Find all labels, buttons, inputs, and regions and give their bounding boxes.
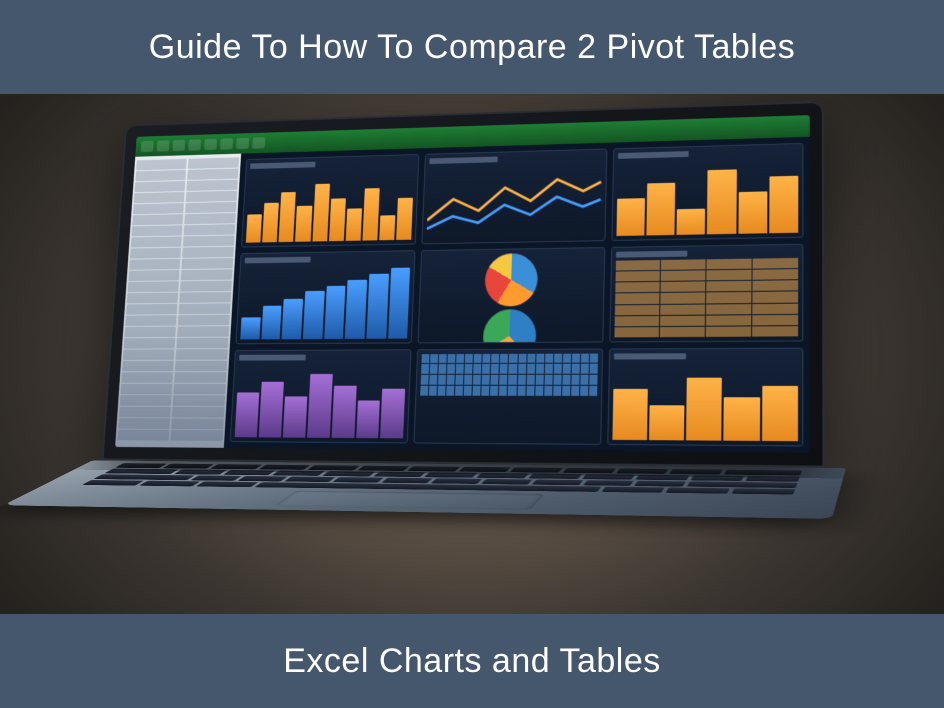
dashboard-panel-grid (414, 348, 603, 445)
toolbar-icon (236, 138, 249, 149)
bar-chart-icon (246, 167, 415, 243)
toolbar-icon (172, 140, 185, 151)
laptop-trackpad (275, 491, 545, 510)
dashboard-panel-bars (611, 143, 803, 241)
pie-chart-icon (484, 253, 538, 307)
laptop-keyboard (3, 460, 846, 519)
dashboard-panel-pies (418, 247, 605, 343)
toolbar-icon (252, 137, 265, 148)
bar-chart-icon (616, 157, 798, 236)
toolbar-icon (220, 138, 233, 149)
spreadsheet-rows-panel (115, 154, 241, 448)
dashboard-panel-table (609, 244, 803, 342)
dashboard-panel-bars (607, 347, 803, 446)
toolbar-icon (188, 139, 201, 150)
toolbar-icon (157, 140, 170, 151)
footer-band: Excel Charts and Tables (0, 614, 944, 708)
laptop-screen-frame (102, 101, 825, 468)
dashboard-panel-lines (422, 149, 607, 245)
toolbar-icon (204, 139, 217, 150)
header-title: Guide To How To Compare 2 Pivot Tables (149, 28, 795, 67)
dashboard-panel-purple (230, 349, 412, 443)
dashboard-panel-bars (241, 154, 420, 248)
pie-chart-icon (482, 309, 536, 343)
screen-body (115, 137, 810, 453)
bar-chart-icon (240, 264, 410, 339)
bar-chart-icon (235, 363, 407, 439)
dashboard-panel-bluebars (235, 251, 415, 344)
line-chart-icon (427, 162, 602, 240)
toolbar-icon (141, 141, 154, 152)
bar-chart-icon (612, 362, 798, 441)
header-band: Guide To How To Compare 2 Pivot Tables (0, 0, 944, 94)
laptop-device (75, 109, 891, 609)
laptop-illustration (0, 94, 944, 614)
footer-title: Excel Charts and Tables (283, 642, 661, 681)
grid-pattern-icon (419, 353, 598, 440)
laptop-screen (115, 115, 810, 453)
data-table-icon (614, 258, 798, 337)
dashboard-grid (224, 137, 810, 453)
